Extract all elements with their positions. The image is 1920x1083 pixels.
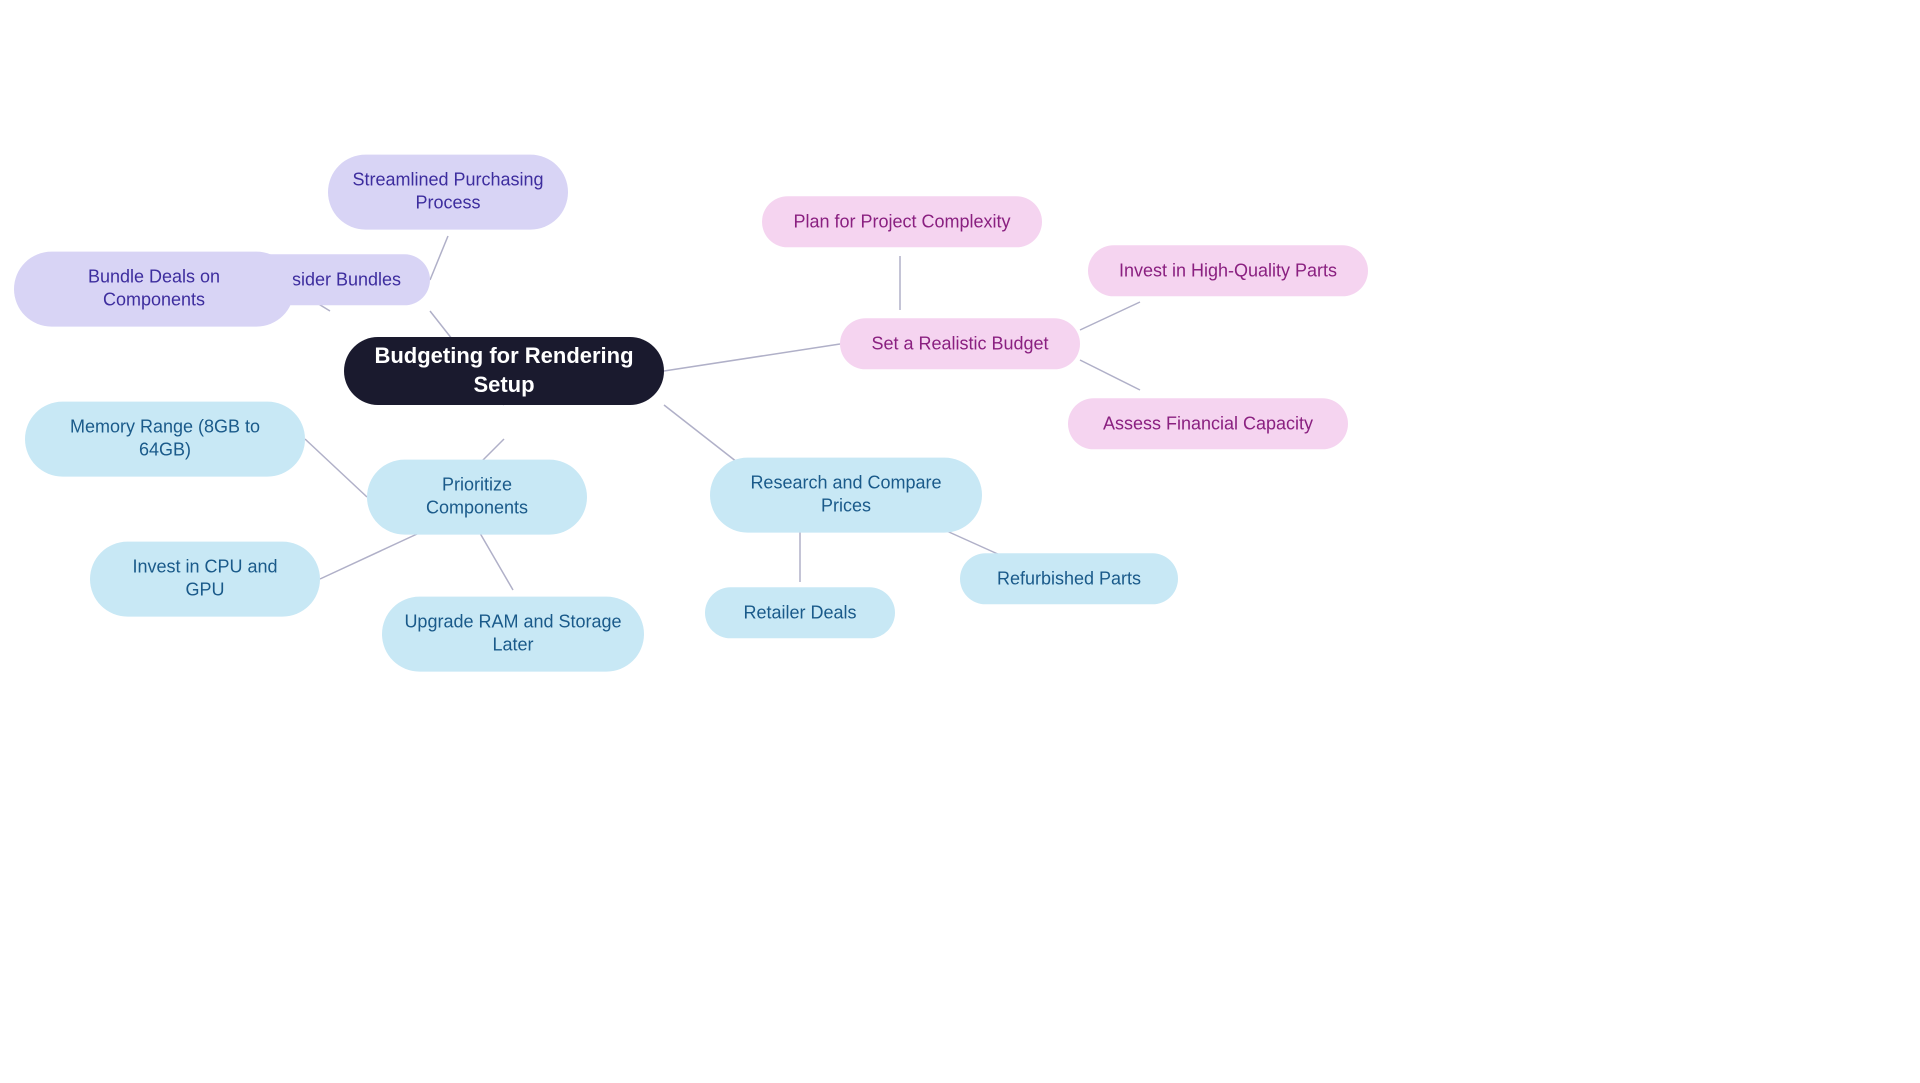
assess-financial-node: Assess Financial Capacity: [1068, 398, 1348, 449]
plan-complexity-node: Plan for Project Complexity: [762, 196, 1042, 247]
prioritize-node: Prioritize Components: [367, 460, 587, 535]
retailer-deals-node: Retailer Deals: [705, 587, 895, 638]
research-node: Research and Compare Prices: [710, 458, 982, 533]
upgrade-ram-node: Upgrade RAM and Storage Later: [382, 597, 644, 672]
invest-quality-node: Invest in High-Quality Parts: [1088, 245, 1368, 296]
set-budget-node: Set a Realistic Budget: [840, 318, 1080, 369]
streamlined-node: Streamlined Purchasing Process: [328, 155, 568, 230]
refurbished-node: Refurbished Parts: [960, 553, 1178, 604]
center-node: Budgeting for Rendering Setup: [344, 337, 664, 405]
invest-cpu-node: Invest in CPU and GPU: [90, 542, 320, 617]
bundle-deals-node: Bundle Deals on Components: [14, 252, 294, 327]
memory-range-node: Memory Range (8GB to 64GB): [25, 402, 305, 477]
